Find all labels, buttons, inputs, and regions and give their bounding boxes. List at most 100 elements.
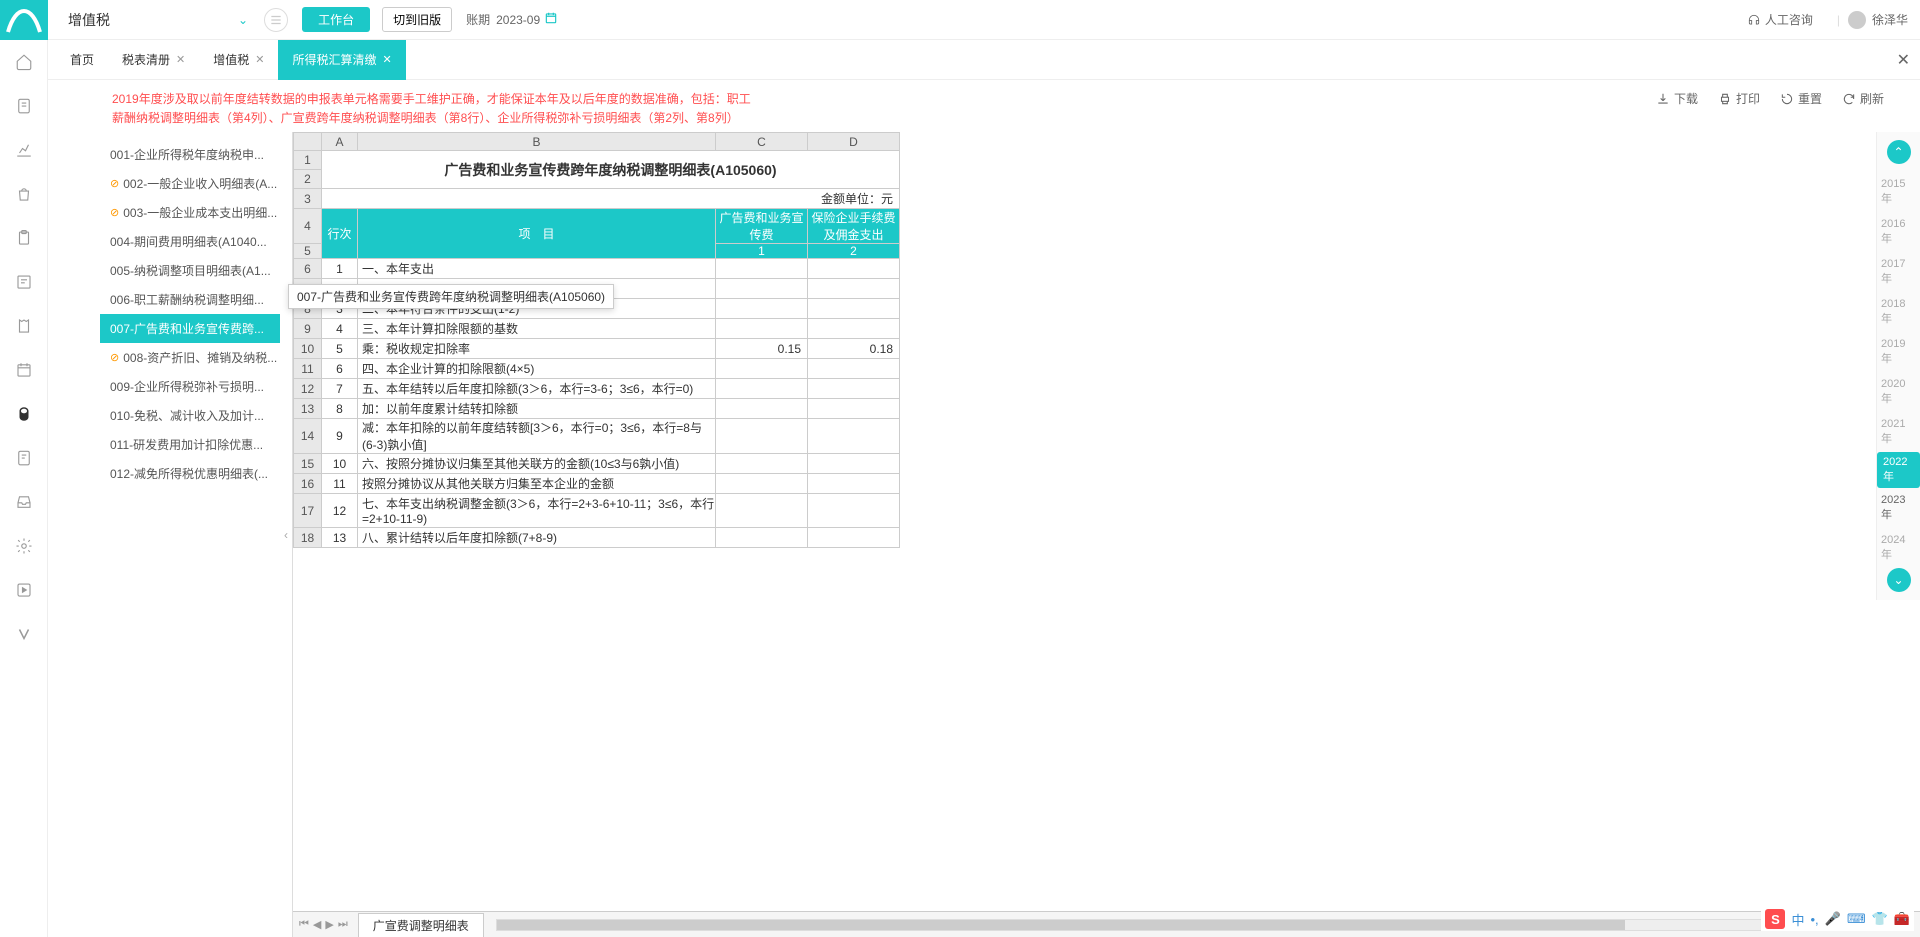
year-scroll-up[interactable]: ⌃ bbox=[1887, 140, 1911, 164]
cell[interactable]: 五、本年结转以后年度扣除额(3＞6，本行=3-6；3≤6，本行=0) bbox=[358, 379, 716, 399]
cell[interactable]: 6 bbox=[322, 359, 358, 379]
cell[interactable] bbox=[808, 359, 900, 379]
tab-税表清册[interactable]: 税表清册✕ bbox=[108, 40, 199, 80]
year-item[interactable]: 2018年 bbox=[1877, 292, 1920, 332]
year-item[interactable]: 2015年 bbox=[1877, 172, 1920, 212]
calendar-icon[interactable] bbox=[0, 348, 48, 392]
cell[interactable] bbox=[716, 379, 808, 399]
cell[interactable]: 六、按照分摊协议归集至其他关联方的金额(10≤3与6孰小值) bbox=[358, 454, 716, 474]
cell[interactable]: 0.15 bbox=[716, 339, 808, 359]
cell[interactable] bbox=[716, 474, 808, 494]
sidebar-item[interactable]: 010-免税、减计收入及加计... bbox=[100, 401, 280, 430]
tab-所得税汇算清缴[interactable]: 所得税汇算清缴✕ bbox=[278, 40, 405, 80]
year-item[interactable]: 2016年 bbox=[1877, 212, 1920, 252]
tab-增值税[interactable]: 增值税✕ bbox=[199, 40, 278, 80]
module-dropdown-icon[interactable]: ⌄ bbox=[238, 13, 248, 27]
ime-keyboard-icon[interactable]: ⌨ bbox=[1847, 911, 1866, 927]
ime-toolbox-icon[interactable]: 🧰 bbox=[1894, 911, 1910, 927]
bag-icon[interactable] bbox=[0, 172, 48, 216]
year-item[interactable]: 2022年 bbox=[1877, 452, 1920, 488]
gear-icon[interactable] bbox=[0, 524, 48, 568]
col-header-a[interactable]: A bbox=[322, 133, 358, 151]
cell[interactable] bbox=[716, 528, 808, 548]
cell[interactable] bbox=[808, 494, 900, 528]
year-item[interactable]: 2019年 bbox=[1877, 332, 1920, 372]
sidebar-item[interactable]: 012-减免所得税优惠明细表(... bbox=[100, 459, 280, 488]
year-item[interactable]: 2021年 bbox=[1877, 412, 1920, 452]
cell[interactable]: 七、本年支出纳税调整金额(3＞6，本行=2+3-6+10-11；3≤6，本行=2… bbox=[358, 494, 716, 528]
year-item[interactable]: 2024年 bbox=[1877, 528, 1920, 568]
sidebar-collapse-handle[interactable]: ‹ bbox=[280, 132, 292, 937]
cell[interactable] bbox=[808, 528, 900, 548]
cell[interactable] bbox=[716, 494, 808, 528]
cell[interactable]: 4 bbox=[322, 319, 358, 339]
cell[interactable] bbox=[808, 454, 900, 474]
sidebar-item[interactable]: ⊘002-一般企业收入明细表(A... bbox=[100, 169, 280, 198]
form-icon[interactable] bbox=[0, 260, 48, 304]
sheet-nav-prev[interactable]: ◀ bbox=[313, 918, 321, 931]
ime-logo-icon[interactable]: S bbox=[1765, 909, 1785, 929]
chart-icon[interactable] bbox=[0, 128, 48, 172]
cell[interactable] bbox=[808, 319, 900, 339]
col-header-b[interactable]: B bbox=[358, 133, 716, 151]
sidebar-item[interactable]: 004-期间费用明细表(A1040... bbox=[100, 227, 280, 256]
col-header-d[interactable]: D bbox=[808, 133, 900, 151]
shirt-icon[interactable] bbox=[0, 304, 48, 348]
cell[interactable]: 八、累计结转以后年度扣除额(7+8-9) bbox=[358, 528, 716, 548]
sidebar-item[interactable]: 009-企业所得税弥补亏损明... bbox=[100, 372, 280, 401]
cell[interactable] bbox=[716, 399, 808, 419]
select-all-cell[interactable] bbox=[294, 133, 322, 151]
workbench-button[interactable]: 工作台 bbox=[302, 7, 370, 32]
cell[interactable]: 5 bbox=[322, 339, 358, 359]
year-item[interactable]: 2017年 bbox=[1877, 252, 1920, 292]
cell[interactable]: 减：本年扣除的以前年度结转额[3＞6，本行=0；3≤6，本行=8与(6-3)孰小… bbox=[358, 419, 716, 454]
cell[interactable] bbox=[716, 299, 808, 319]
inbox-icon[interactable] bbox=[0, 480, 48, 524]
cell[interactable] bbox=[808, 399, 900, 419]
cell[interactable]: 一、本年支出 bbox=[358, 259, 716, 279]
download-button[interactable]: 下载 bbox=[1656, 90, 1698, 107]
play-icon[interactable] bbox=[0, 568, 48, 612]
cell[interactable]: 12 bbox=[322, 494, 358, 528]
sidebar-item[interactable]: ⊘008-资产折旧、摊销及纳税... bbox=[100, 343, 280, 372]
cell[interactable] bbox=[716, 259, 808, 279]
sidebar-item[interactable]: 011-研发费用加计扣除优惠... bbox=[100, 430, 280, 459]
sidebar-item[interactable]: 001-企业所得税年度纳税申... bbox=[100, 140, 280, 169]
year-item[interactable]: 2023年 bbox=[1877, 488, 1920, 528]
tab-close-icon[interactable]: ✕ bbox=[255, 53, 264, 66]
cell[interactable]: 13 bbox=[322, 528, 358, 548]
year-item[interactable]: 2020年 bbox=[1877, 372, 1920, 412]
sidebar-item[interactable]: 007-广告费和业务宣传费跨... bbox=[100, 314, 280, 343]
tab-close-icon[interactable]: ✕ bbox=[383, 53, 392, 66]
cell[interactable]: 加：以前年度累计结转扣除额 bbox=[358, 399, 716, 419]
tax-icon[interactable] bbox=[0, 392, 48, 436]
calendar-picker-icon[interactable] bbox=[544, 11, 558, 28]
ime-skin-icon[interactable]: 👕 bbox=[1872, 911, 1888, 927]
doc-icon[interactable] bbox=[0, 84, 48, 128]
print-button[interactable]: 打印 bbox=[1718, 90, 1760, 107]
sidebar-item[interactable]: 005-纳税调整项目明细表(A1... bbox=[100, 256, 280, 285]
cell[interactable]: 乘：税收规定扣除率 bbox=[358, 339, 716, 359]
tab-首页[interactable]: 首页 bbox=[56, 40, 108, 80]
cell[interactable]: 7 bbox=[322, 379, 358, 399]
support-link[interactable]: 人工咨询 bbox=[1747, 11, 1813, 28]
cell[interactable] bbox=[808, 259, 900, 279]
cell[interactable] bbox=[808, 299, 900, 319]
cell[interactable] bbox=[716, 279, 808, 299]
reset-button[interactable]: 重置 bbox=[1780, 90, 1822, 107]
refresh-button[interactable]: 刷新 bbox=[1842, 90, 1884, 107]
ime-punct-icon[interactable]: •, bbox=[1811, 912, 1819, 927]
cell[interactable]: 9 bbox=[322, 419, 358, 454]
sidebar-item[interactable]: ⊘003-一般企业成本支出明细... bbox=[100, 198, 280, 227]
cell[interactable]: 三、本年计算扣除限额的基数 bbox=[358, 319, 716, 339]
cell[interactable]: 11 bbox=[322, 474, 358, 494]
cell[interactable]: 8 bbox=[322, 399, 358, 419]
horizontal-scrollbar[interactable] bbox=[496, 919, 1908, 931]
cell[interactable] bbox=[716, 454, 808, 474]
year-scroll-down[interactable]: ⌄ bbox=[1887, 568, 1911, 592]
cell[interactable] bbox=[716, 359, 808, 379]
col-header-c[interactable]: C bbox=[716, 133, 808, 151]
ime-mic-icon[interactable]: 🎤 bbox=[1825, 911, 1841, 927]
receipt-icon[interactable] bbox=[0, 436, 48, 480]
list-icon[interactable] bbox=[264, 8, 288, 32]
